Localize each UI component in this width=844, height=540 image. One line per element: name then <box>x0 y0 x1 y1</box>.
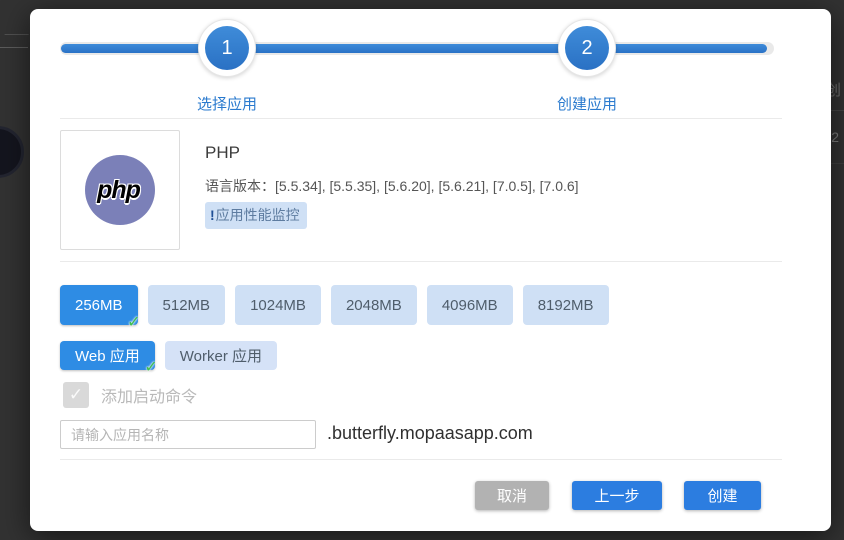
step-2-number: 2 <box>565 26 609 70</box>
section-divider <box>60 261 782 262</box>
versions-label: 语言版本： <box>205 178 275 194</box>
stepper-progress-fill <box>61 44 767 53</box>
apm-badge: !应用性能监控 <box>205 202 307 229</box>
stepper-progress-track <box>60 42 774 55</box>
dimmed-avatar-fragment <box>0 126 24 178</box>
app-type-options-row: Web 应用 ✓ Worker 应用 <box>60 341 277 376</box>
dimmed-number-fragment: 2 <box>831 129 839 145</box>
selected-check-icon: ✓ <box>127 314 141 331</box>
versions-list: [5.5.34], [5.5.35], [5.6.20], [5.6.21], … <box>275 178 579 194</box>
app-type-option-web[interactable]: Web 应用 ✓ <box>60 341 158 376</box>
selected-app-card: php <box>60 130 180 250</box>
memory-option-label: 8192MB <box>537 296 594 314</box>
memory-option-1024mb[interactable]: 1024MB <box>235 285 321 325</box>
memory-option-label: 1024MB <box>250 296 306 314</box>
memory-option-4096mb[interactable]: 4096MB <box>426 285 513 325</box>
startup-command-row: ✓ 添加启动命令 <box>63 382 197 408</box>
step-1-label: 选择应用 <box>196 96 257 113</box>
memory-option-label: 512MB <box>162 296 211 314</box>
php-logo-icon: php <box>85 155 155 225</box>
php-logo-text: php <box>97 175 141 204</box>
app-name-title: PHP <box>205 143 240 162</box>
footer-divider <box>60 459 782 460</box>
memory-option-256mb[interactable]: 256MB ✓ <box>60 285 141 331</box>
dimmed-page-divider <box>831 110 844 111</box>
memory-option-label: 4096MB <box>441 296 498 314</box>
checkbox-check-icon: ✓ <box>68 385 84 404</box>
memory-option-2048mb[interactable]: 2048MB <box>330 285 417 325</box>
app-type-option-label: Worker 应用 <box>179 348 262 365</box>
create-app-dialog: 1 2 选择应用 创建应用 php PHP 语言版本：[5.5.34], [5.… <box>30 9 831 531</box>
dimmed-page-divider <box>831 163 844 164</box>
app-name-input[interactable] <box>60 420 316 449</box>
step-1-number: 1 <box>205 26 249 70</box>
app-versions-line: 语言版本：[5.5.34], [5.5.35], [5.6.20], [5.6.… <box>205 176 579 196</box>
section-divider <box>60 118 782 119</box>
startup-command-checkbox[interactable]: ✓ <box>63 382 89 408</box>
memory-option-label: 2048MB <box>345 296 402 314</box>
domain-suffix-text: .butterfly.mopaasapp.com <box>327 423 533 443</box>
memory-option-512mb[interactable]: 512MB <box>147 285 226 325</box>
dimmed-page-fragment <box>0 34 29 44</box>
app-type-option-worker[interactable]: Worker 应用 <box>164 341 277 370</box>
dimmed-page-divider <box>0 47 28 48</box>
step-1-circle[interactable]: 1 <box>198 19 256 77</box>
memory-option-8192mb[interactable]: 8192MB <box>522 285 609 325</box>
apm-badge-prefix-icon: ! <box>210 207 215 223</box>
selected-check-icon: ✓ <box>144 359 158 376</box>
cancel-button[interactable]: 取消 <box>475 481 549 510</box>
step-2-label: 创建应用 <box>556 96 617 113</box>
apm-badge-label: 应用性能监控 <box>215 207 300 223</box>
startup-command-label: 添加启动命令 <box>101 389 198 406</box>
previous-step-button[interactable]: 上一步 <box>572 481 662 510</box>
memory-option-label: 256MB <box>75 296 123 314</box>
create-button[interactable]: 创建 <box>684 481 761 510</box>
memory-options-row: 256MB ✓ 512MB 1024MB 2048MB 4096MB 8192M… <box>60 285 609 331</box>
step-2-circle[interactable]: 2 <box>558 19 616 77</box>
app-type-option-label: Web 应用 <box>75 348 140 365</box>
